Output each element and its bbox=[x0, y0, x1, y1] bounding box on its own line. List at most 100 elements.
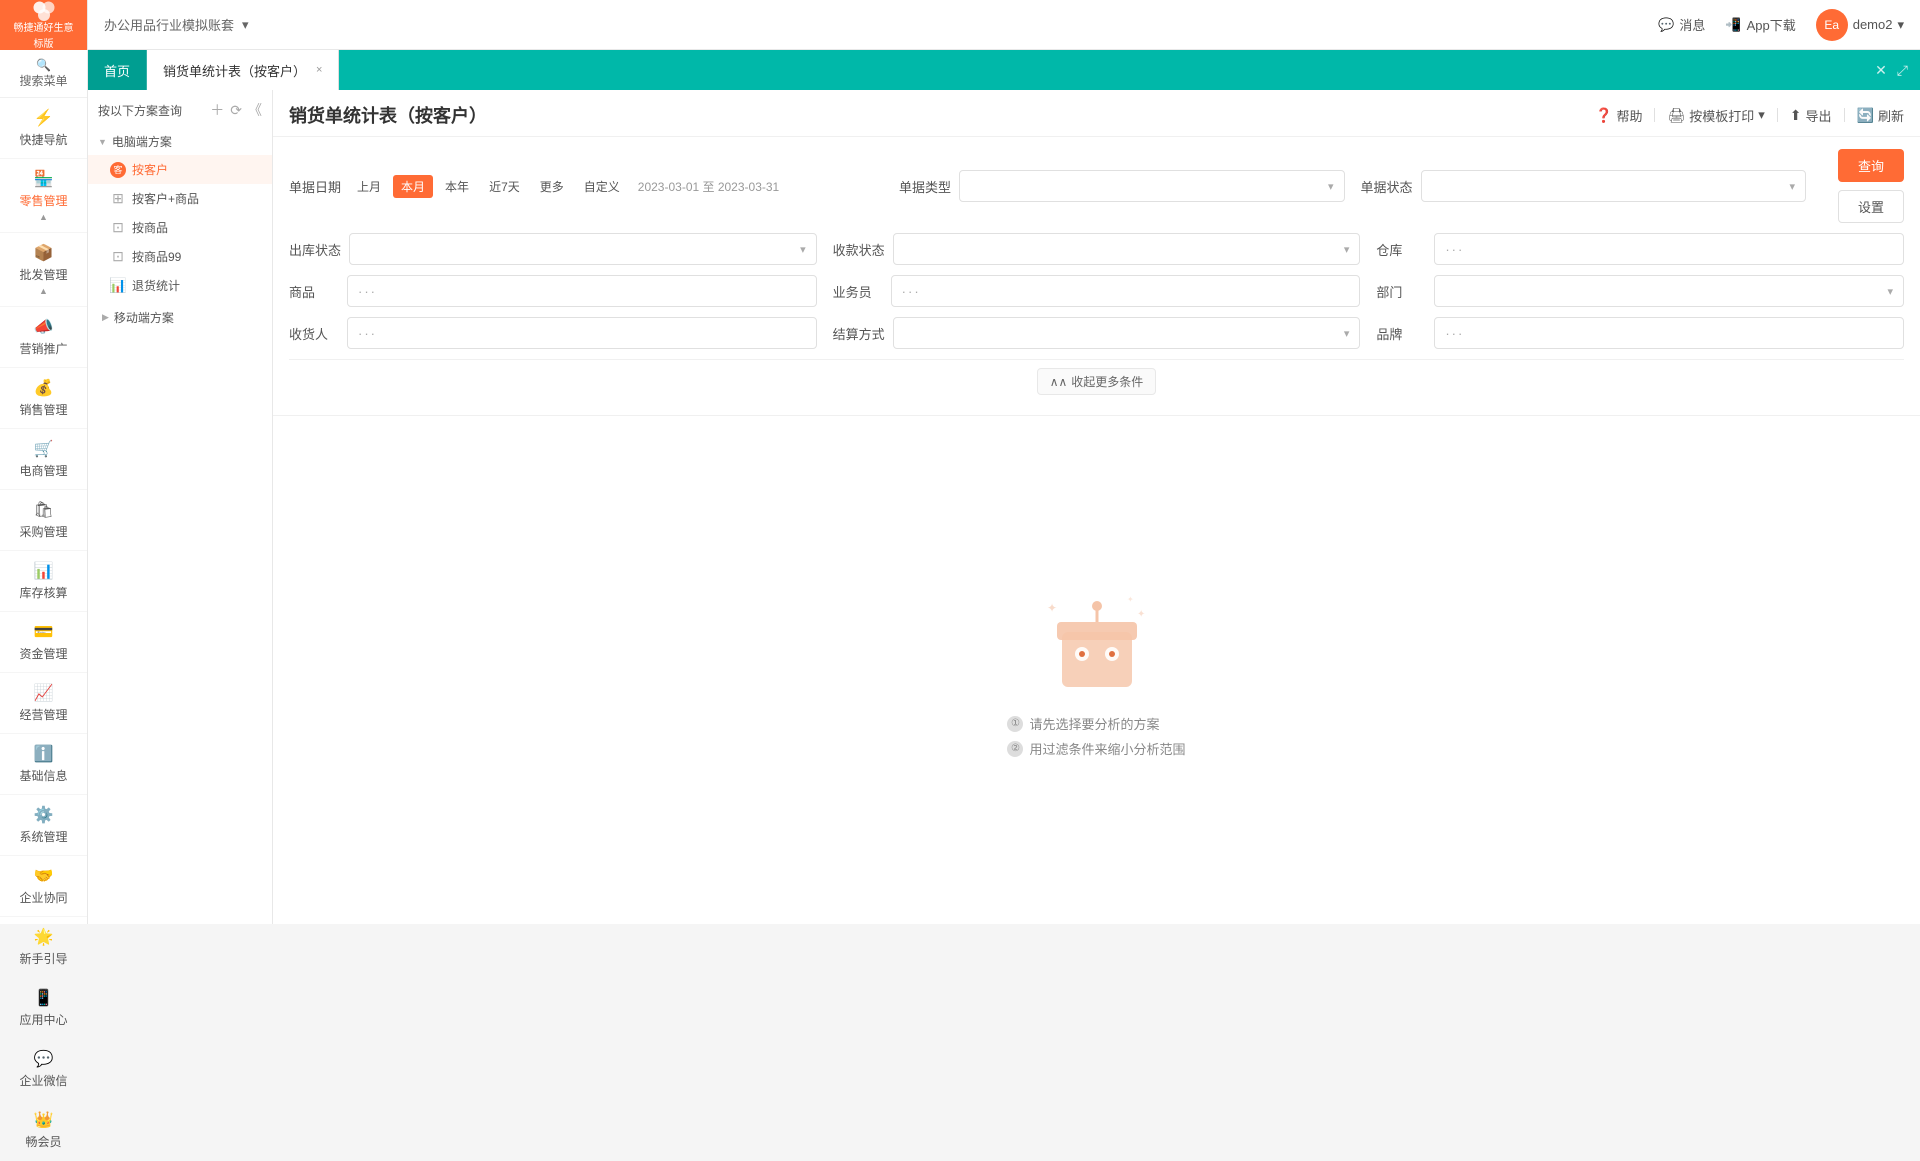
collapse-panel-button[interactable]: 《 bbox=[248, 100, 262, 120]
page-header: 销货单统计表（按客户） ❓ 帮助 🖨 按模板打印 ▾ ⬆ bbox=[273, 90, 1920, 137]
shortcut-nav[interactable]: ⚡ 快捷导航 bbox=[0, 98, 87, 159]
date-tab-custom[interactable]: 自定义 bbox=[576, 175, 628, 198]
sidebar-item-basic[interactable]: ℹ️ 基础信息 bbox=[0, 734, 87, 795]
collapse-up-icon: ∧∧ bbox=[1050, 375, 1068, 389]
order-status-control[interactable]: ▾ bbox=[1421, 170, 1806, 202]
app-download-button[interactable]: 📲 App下载 bbox=[1725, 15, 1795, 34]
empty-state-icon: ✦ ✦ ✦ bbox=[1037, 582, 1157, 702]
hint-num-2: ② bbox=[1007, 741, 1023, 757]
tab-controls: ✕ ⤢ bbox=[1863, 62, 1920, 79]
refresh-scheme-button[interactable]: ⟳ bbox=[230, 102, 242, 119]
consignee-control[interactable]: ··· bbox=[347, 317, 817, 349]
page-actions: ❓ 帮助 🖨 按模板打印 ▾ ⬆ 导出 bbox=[1595, 106, 1904, 125]
search-menu[interactable]: 🔍 搜索菜单 bbox=[0, 50, 87, 98]
date-tab-more[interactable]: 更多 bbox=[532, 175, 572, 198]
warehouse-control[interactable]: ··· bbox=[1434, 233, 1904, 265]
add-scheme-button[interactable]: ＋ bbox=[210, 100, 224, 120]
industry-dropdown-arrow[interactable]: ▾ bbox=[242, 17, 249, 33]
sidebar-item-purchase[interactable]: 🛍 采购管理 bbox=[0, 490, 87, 551]
sidebar-item-member[interactable]: 👑 畅会员 bbox=[0, 1100, 87, 1161]
restore-button[interactable]: ✕ bbox=[1875, 62, 1887, 79]
query-button[interactable]: 查询 bbox=[1838, 149, 1904, 182]
empty-state: ✦ ✦ ✦ ① 请先选择要分析的方案 ② 用过滤条件来缩小分析范围 bbox=[273, 416, 1920, 924]
date-tab-this-year[interactable]: 本年 bbox=[437, 175, 477, 198]
sidebar-item-operation[interactable]: 📈 经营管理 bbox=[0, 673, 87, 734]
template-print-dropdown[interactable]: ▾ bbox=[1758, 107, 1765, 123]
scheme-item-by-product-99[interactable]: ⊡ 按商品99 bbox=[88, 242, 272, 271]
scheme-icon-customer: 客 bbox=[110, 162, 126, 178]
sidebar-item-corpwechat[interactable]: 💬 企业微信 bbox=[0, 1039, 87, 1100]
brand-label: 品牌 bbox=[1376, 324, 1426, 343]
sidebar-item-inventory[interactable]: 📊 库存核算 bbox=[0, 551, 87, 612]
settings-button[interactable]: 设置 bbox=[1838, 190, 1904, 223]
sidebar-item-ecommerce[interactable]: 🛒 电商管理 bbox=[0, 429, 87, 490]
scheme-icon-customer-product: ⊞ bbox=[110, 191, 126, 207]
action-buttons: 查询 设置 bbox=[1838, 149, 1904, 223]
order-type-control[interactable]: ▾ bbox=[959, 170, 1344, 202]
order-status-label: 单据状态 bbox=[1361, 177, 1413, 196]
scheme-item-by-product[interactable]: ⊡ 按商品 bbox=[88, 213, 272, 242]
collapse-row: ∧∧ 收起更多条件 bbox=[289, 359, 1904, 403]
salesperson-dots: ··· bbox=[902, 284, 921, 299]
date-range-display: 2023-03-01 至 2023-03-31 bbox=[638, 178, 779, 195]
pc-group-triangle: ▼ bbox=[98, 137, 107, 147]
print-icon: 🖨 bbox=[1667, 107, 1685, 124]
svg-text:✦: ✦ bbox=[1127, 595, 1134, 604]
refresh-button[interactable]: 🔄 刷新 bbox=[1857, 106, 1904, 125]
hint-2: ② 用过滤条件来缩小分析范围 bbox=[1007, 739, 1185, 758]
filter-row-4: 收货人 ··· 结算方式 ▾ 品牌 bbox=[289, 317, 1904, 349]
settlement-control[interactable]: ▾ bbox=[893, 317, 1361, 349]
svg-text:✦: ✦ bbox=[1047, 601, 1057, 615]
sidebar-item-sales[interactable]: 💰 销售管理 bbox=[0, 368, 87, 429]
scheme-group-mobile: ▶ 移动端方案 bbox=[88, 304, 272, 331]
department-control[interactable]: ▾ bbox=[1434, 275, 1904, 307]
payment-status-control[interactable]: ▾ bbox=[893, 233, 1361, 265]
app-logo: 畅捷通好生意 标版 bbox=[0, 0, 87, 50]
sidebar-item-newbie[interactable]: 🌟 新手引导 bbox=[0, 917, 87, 978]
scheme-icon-product: ⊡ bbox=[110, 220, 126, 236]
sidebar-item-wholesale[interactable]: 📦 批发管理 ▲ bbox=[0, 233, 87, 307]
maximize-button[interactable]: ⤢ bbox=[1897, 62, 1908, 79]
export-button[interactable]: ⬆ 导出 bbox=[1790, 106, 1832, 125]
sidebar-item-system[interactable]: ⚙️ 系统管理 bbox=[0, 795, 87, 856]
tab-sales-stats[interactable]: 销货单统计表（按客户） × bbox=[147, 50, 339, 90]
tab-close-button[interactable]: × bbox=[316, 64, 322, 76]
sidebar-item-marketing[interactable]: 📣 营销推广 bbox=[0, 307, 87, 368]
industry-label: 办公用品行业模拟账套 bbox=[104, 15, 234, 34]
sidebar-item-appcenter[interactable]: 📱 应用中心 bbox=[0, 978, 87, 1039]
template-print-button[interactable]: 🖨 按模板打印 ▾ bbox=[1667, 106, 1764, 125]
filter-row-2: 出库状态 ▾ 收款状态 ▾ 仓库 bbox=[289, 233, 1904, 265]
sidebar-item-retail[interactable]: 🏪 零售管理 ▲ bbox=[0, 159, 87, 233]
payment-status-arrow: ▾ bbox=[1344, 243, 1350, 256]
help-button[interactable]: ❓ 帮助 bbox=[1595, 106, 1642, 125]
product-control[interactable]: ··· bbox=[347, 275, 817, 307]
scheme-item-by-customer-product[interactable]: ⊞ 按客户+商品 bbox=[88, 184, 272, 213]
tab-home[interactable]: 首页 bbox=[88, 50, 147, 90]
scheme-group-pc-header[interactable]: ▼ 电脑端方案 bbox=[88, 128, 272, 155]
sidebar-item-finance[interactable]: 💳 资金管理 bbox=[0, 612, 87, 673]
collapse-button[interactable]: ∧∧ 收起更多条件 bbox=[1037, 368, 1157, 395]
date-tab-this-month[interactable]: 本月 bbox=[393, 175, 433, 198]
filter-area: 单据日期 上月 本月 本年 近7天 更多 自定义 2023-03-01 至 20… bbox=[273, 137, 1920, 416]
filter-product: 商品 ··· bbox=[289, 275, 817, 307]
date-tab-last-month[interactable]: 上月 bbox=[349, 175, 389, 198]
scheme-item-return-stats[interactable]: 📊 退货统计 bbox=[88, 271, 272, 300]
message-button[interactable]: 💬 消息 bbox=[1658, 15, 1705, 34]
user-menu[interactable]: Ea demo2 ▾ bbox=[1816, 9, 1904, 41]
scheme-group-pc: ▼ 电脑端方案 客 按客户 ⊞ 按客户+商品 ⊡ 按商品 ⊡ 按商品99 bbox=[88, 128, 272, 300]
sidebar-item-enterprise[interactable]: 🤝 企业协同 bbox=[0, 856, 87, 917]
salesperson-control[interactable]: ··· bbox=[891, 275, 1361, 307]
top-header: 办公用品行业模拟账套 ▾ 💬 消息 📲 App下载 Ea demo2 ▾ bbox=[88, 0, 1920, 50]
ship-status-control[interactable]: ▾ bbox=[349, 233, 817, 265]
brand-control[interactable]: ··· bbox=[1434, 317, 1904, 349]
filter-ship-status: 出库状态 ▾ bbox=[289, 233, 817, 265]
scheme-item-by-customer[interactable]: 客 按客户 bbox=[88, 155, 272, 184]
header-left: 办公用品行业模拟账套 ▾ bbox=[104, 15, 249, 34]
filter-payment-status: 收款状态 ▾ bbox=[833, 233, 1361, 265]
date-tab-7days[interactable]: 近7天 bbox=[481, 175, 528, 198]
brand-dots: ··· bbox=[1445, 326, 1464, 341]
consignee-label: 收货人 bbox=[289, 324, 339, 343]
ship-status-arrow: ▾ bbox=[800, 243, 806, 256]
app-name: 畅捷通好生意 bbox=[14, 23, 74, 35]
scheme-group-mobile-header[interactable]: ▶ 移动端方案 bbox=[88, 304, 272, 331]
